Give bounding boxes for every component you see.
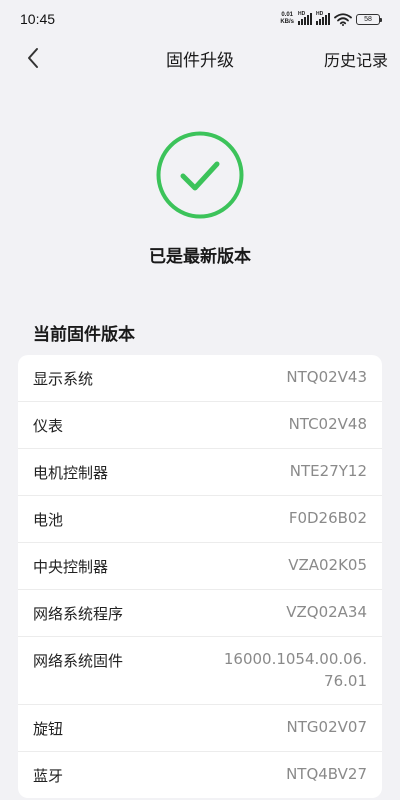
signal-icon-2: HD [316,11,330,25]
item-value: VZQ02A34 [286,603,367,621]
item-label: 电机控制器 [33,464,109,482]
list-item: 中央控制器 VZA02K05 [18,543,382,590]
signal-icon: HD [298,11,312,25]
status-icons: 0.01 KB/s HD HD 58 [280,11,382,26]
net-speed-value: 0.01 [281,12,293,18]
item-value: NTG02V07 [286,718,367,736]
list-item: 网络系统固件 16000.1054.00.06.76.01 [18,637,382,705]
status-time: 10:45 [20,11,56,27]
status-bar: 10:45 0.01 KB/s HD HD 58 [0,0,400,38]
list-item: 电池 F0D26B02 [18,496,382,543]
item-label: 仪表 [33,417,64,435]
wifi-icon [334,12,352,26]
net-speed-unit: KB/s [280,19,294,25]
item-label: 网络系统程序 [33,605,124,623]
item-label: 网络系统固件 [33,652,124,670]
firmware-list: 显示系统 NTQ02V43 仪表 NTC02V48 电机控制器 NTE27Y12… [18,355,382,798]
history-button[interactable]: 历史记录 [324,47,388,71]
chevron-left-icon[interactable] [22,46,46,70]
nav-bar: 固件升级 历史记录 [0,38,400,78]
item-label: 电池 [33,511,64,529]
update-status-text: 已是最新版本 [149,247,251,267]
list-item: 蓝牙 NTQ4BV27 [18,752,382,798]
list-item: 仪表 NTC02V48 [18,402,382,449]
section-title: 当前固件版本 [33,325,135,345]
signal-hd-label-2: HD [316,11,324,17]
item-value: NTQ02V43 [286,368,367,386]
net-speed: 0.01 KB/s [280,12,294,26]
battery-icon: 58 [356,13,382,25]
signal-hd-label: HD [298,11,306,17]
item-value: NTE27Y12 [289,462,367,480]
page-title: 固件升级 [166,50,234,71]
item-value: 16000.1054.00.06.76.01 [223,650,367,690]
list-item: 显示系统 NTQ02V43 [18,355,382,402]
list-item: 电机控制器 NTE27Y12 [18,449,382,496]
item-label: 显示系统 [33,370,94,388]
item-label: 旋钮 [33,720,64,738]
list-item: 旋钮 NTG02V07 [18,705,382,752]
item-label: 中央控制器 [33,558,109,576]
check-circle-icon [156,131,244,219]
item-value: VZA02K05 [288,556,367,574]
item-value: NTC02V48 [288,415,367,433]
item-value: F0D26B02 [288,509,367,527]
item-value: NTQ4BV27 [286,765,367,783]
list-item: 网络系统程序 VZQ02A34 [18,590,382,637]
item-label: 蓝牙 [33,767,64,785]
